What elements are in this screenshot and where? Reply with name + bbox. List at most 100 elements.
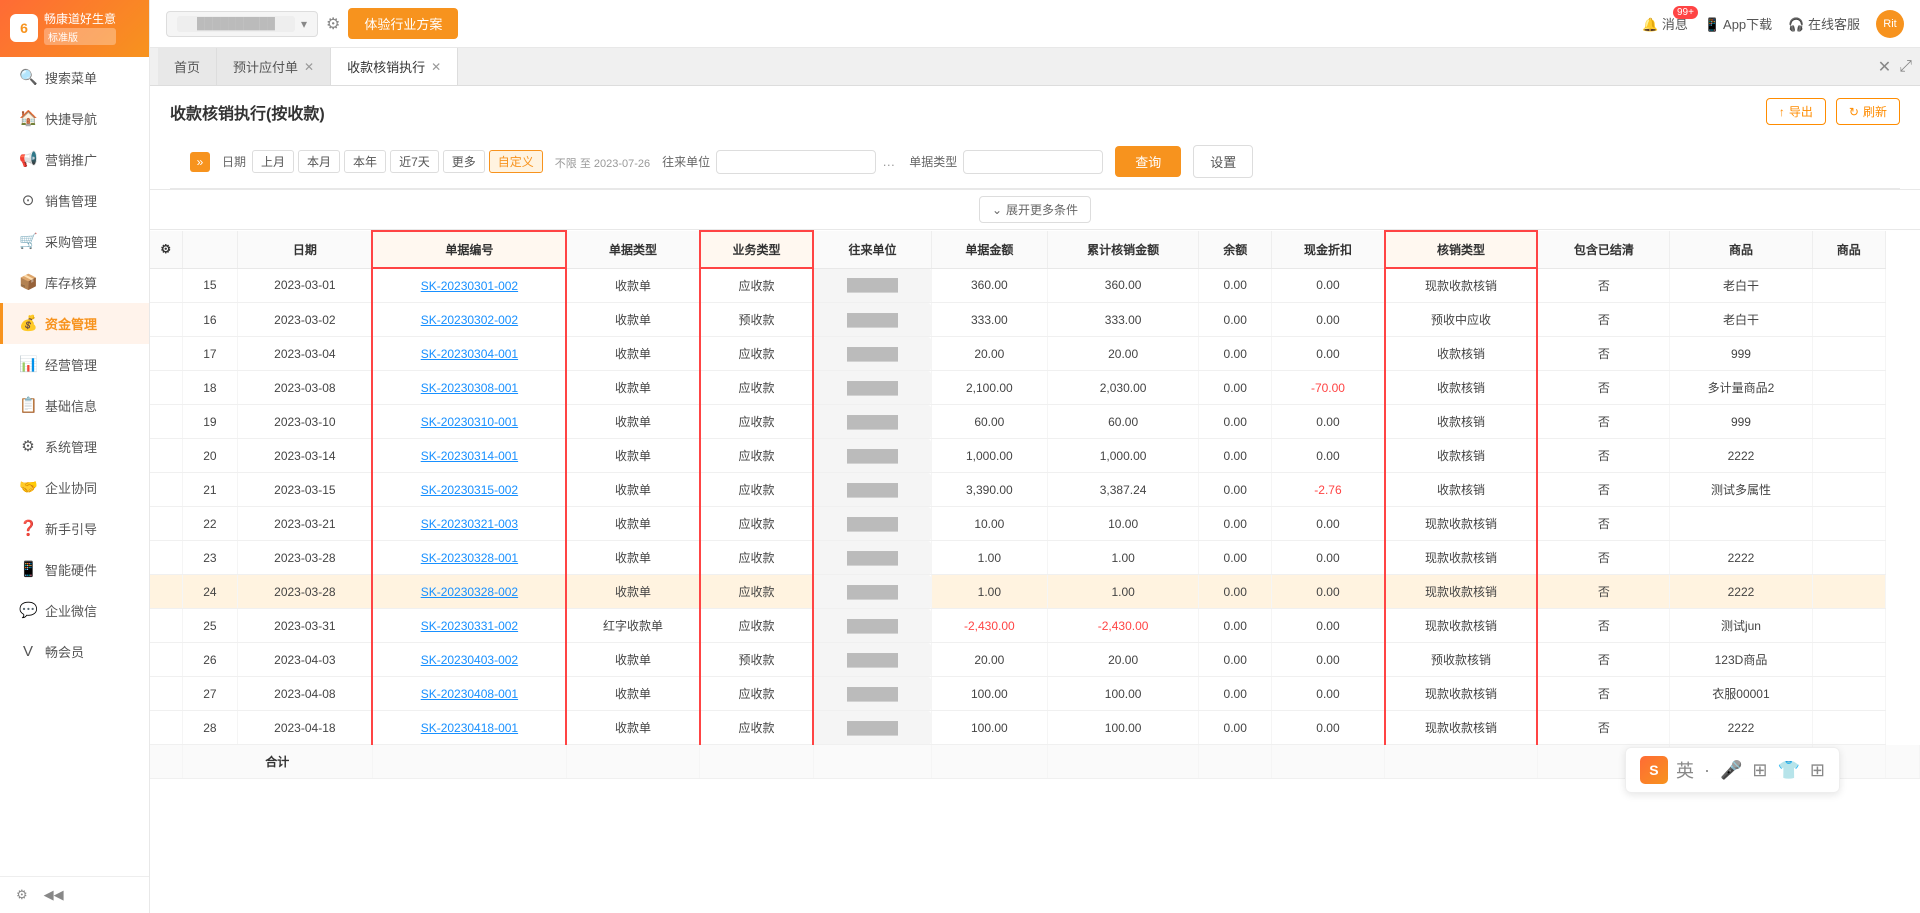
tab-collection[interactable]: 收款核销执行 ✕ xyxy=(331,48,458,85)
cell-balance: 0.00 xyxy=(1199,541,1272,575)
sidebar-item-label: 采购管理 xyxy=(45,232,97,251)
cell-product: 2222 xyxy=(1670,575,1812,609)
page-title: 收款核销执行(按收款) xyxy=(170,100,325,124)
sidebar-item-enterprise[interactable]: 🤝 企业协同 xyxy=(0,467,149,508)
query-button[interactable]: 查询 xyxy=(1115,146,1181,177)
refresh-button[interactable]: ↻ 刷新 xyxy=(1836,98,1900,125)
sidebar-item-sales[interactable]: ⊙ 销售管理 xyxy=(0,180,149,221)
total-cell xyxy=(931,745,1047,779)
tab-preapply[interactable]: 预计应付单 ✕ xyxy=(217,48,331,85)
sidebar-item-search[interactable]: 🔍 搜索菜单 xyxy=(0,57,149,98)
date-this-month[interactable]: 本月 xyxy=(298,150,340,173)
filter-doctype-group: 单据类型 收款单 红字收款单 xyxy=(909,150,1103,174)
topbar-selector-text: ██████████ xyxy=(177,16,295,32)
expand-more-button[interactable]: ⌄ 展开更多条件 xyxy=(979,196,1091,223)
export-icon: ↑ xyxy=(1779,105,1785,119)
sidebar-item-basic[interactable]: 📋 基础信息 xyxy=(0,385,149,426)
cell-doc-type: 收款单 xyxy=(566,711,699,745)
sidebar-item-guide[interactable]: ❓ 新手引导 xyxy=(0,508,149,549)
sidebar-collapse-icon[interactable]: ◀◀ xyxy=(44,887,64,903)
page-title-row: 收款核销执行(按收款) ↑ 导出 ↻ 刷新 xyxy=(170,98,1900,125)
doctype-select[interactable]: 收款单 红字收款单 xyxy=(963,150,1103,174)
filter-expand-button[interactable]: » xyxy=(190,152,210,172)
home-icon: 🏠 xyxy=(19,109,37,127)
cell-total-writeoff: 333.00 xyxy=(1048,303,1199,337)
date-7days[interactable]: 近7天 xyxy=(390,150,439,173)
cell-doc-no[interactable]: SK-20230328-002 xyxy=(372,575,566,609)
cell-doc-no[interactable]: SK-20230314-001 xyxy=(372,439,566,473)
topbar-app-download[interactable]: 📱 App下载 xyxy=(1704,14,1772,33)
user-avatar[interactable]: Rit xyxy=(1876,10,1904,38)
cell-doc-no[interactable]: SK-20230304-001 xyxy=(372,337,566,371)
tab-close-all-button[interactable]: ✕ xyxy=(1878,57,1891,77)
cell-biz-type: 应收款 xyxy=(700,337,814,371)
cell-doc-no[interactable]: SK-20230308-001 xyxy=(372,371,566,405)
cell-doc-type: 收款单 xyxy=(566,405,699,439)
refresh-icon: ↻ xyxy=(1849,105,1859,119)
col-settings[interactable]: ⚙ xyxy=(150,231,182,268)
partner-dots[interactable]: … xyxy=(882,154,897,169)
headset-icon: 🎧 xyxy=(1788,17,1804,32)
basic-icon: 📋 xyxy=(19,396,37,414)
cell-date: 2023-04-08 xyxy=(238,677,373,711)
cell-doc-no[interactable]: SK-20230328-001 xyxy=(372,541,566,575)
sidebar-item-label: 智能硬件 xyxy=(45,560,97,579)
sidebar-item-operation[interactable]: 📊 经营管理 xyxy=(0,344,149,385)
cell-no: 19 xyxy=(182,405,238,439)
cell-doc-no[interactable]: SK-20230321-003 xyxy=(372,507,566,541)
cell-doc-no[interactable]: SK-20230315-002 xyxy=(372,473,566,507)
member-icon: V xyxy=(19,643,37,660)
sidebar-item-wechat[interactable]: 💬 企业微信 xyxy=(0,590,149,631)
partner-input[interactable] xyxy=(716,150,876,174)
date-last-month[interactable]: 上月 xyxy=(252,150,294,173)
cell-product: 999 xyxy=(1670,337,1812,371)
topbar-solution-button[interactable]: 体验行业方案 xyxy=(348,8,458,39)
cell-total-writeoff: 1,000.00 xyxy=(1048,439,1199,473)
cell-total-writeoff: -2,430.00 xyxy=(1048,609,1199,643)
cell-doc-no[interactable]: SK-20230301-002 xyxy=(372,268,566,303)
cell-doc-no[interactable]: SK-20230331-002 xyxy=(372,609,566,643)
export-button[interactable]: ↑ 导出 xyxy=(1766,98,1826,125)
topbar-selector[interactable]: ██████████ ▾ xyxy=(166,11,318,37)
tabbar-actions: ✕ ⤢ xyxy=(1878,48,1920,85)
cell-doc-no[interactable]: SK-20230418-001 xyxy=(372,711,566,745)
cell-amount: 20.00 xyxy=(931,337,1047,371)
cell-include-settled: 否 xyxy=(1537,405,1669,439)
cell-doc-no[interactable]: SK-20230310-001 xyxy=(372,405,566,439)
tab-collection-close[interactable]: ✕ xyxy=(431,60,441,74)
date-this-year[interactable]: 本年 xyxy=(344,150,386,173)
sidebar-item-quicknav[interactable]: 🏠 快捷导航 xyxy=(0,98,149,139)
sidebar-settings-icon[interactable]: ⚙ xyxy=(16,887,28,903)
cell-doc-no[interactable]: SK-20230403-002 xyxy=(372,643,566,677)
cell-include-settled: 否 xyxy=(1537,643,1669,677)
date-more[interactable]: 更多 xyxy=(443,150,485,173)
topbar-messages[interactable]: 🔔 消息 99+ xyxy=(1642,14,1688,33)
sidebar-item-member[interactable]: V 畅会员 xyxy=(0,631,149,672)
page-header: 收款核销执行(按收款) ↑ 导出 ↻ 刷新 » 日期 xyxy=(150,86,1920,190)
date-custom[interactable]: 自定义 xyxy=(489,150,543,173)
sidebar-item-finance[interactable]: 💰 资金管理 xyxy=(0,303,149,344)
watermark-mic-icon: 🎤 xyxy=(1720,760,1742,781)
cell-no: 27 xyxy=(182,677,238,711)
sidebar-item-system[interactable]: ⚙ 系统管理 xyxy=(0,426,149,467)
expand-more-label: 展开更多条件 xyxy=(1006,201,1078,218)
tab-home[interactable]: 首页 xyxy=(158,48,217,85)
tab-expand-button[interactable]: ⤢ xyxy=(1899,58,1912,76)
sidebar-item-purchase[interactable]: 🛒 采购管理 xyxy=(0,221,149,262)
cell-product2 xyxy=(1812,268,1885,303)
tab-preapply-close[interactable]: ✕ xyxy=(304,60,314,74)
topbar-service[interactable]: 🎧 在线客服 xyxy=(1788,14,1860,33)
settings-button[interactable]: 设置 xyxy=(1193,145,1253,178)
main-table: ⚙ 日期 单据编号 单据类型 业务类型 往来单位 单据金额 累计核销金额 余额 … xyxy=(150,230,1920,779)
sidebar-item-inventory[interactable]: 📦 库存核算 xyxy=(0,262,149,303)
watermark-text-icon: 英 xyxy=(1676,757,1694,783)
sidebar-item-hardware[interactable]: 📱 智能硬件 xyxy=(0,549,149,590)
cell-amount: -2,430.00 xyxy=(931,609,1047,643)
cell-doc-no[interactable]: SK-20230408-001 xyxy=(372,677,566,711)
topbar-gear-icon[interactable]: ⚙ xyxy=(326,14,340,34)
cell-doc-no[interactable]: SK-20230302-002 xyxy=(372,303,566,337)
table-row: 192023-03-10SK-20230310-001收款单应收款██████6… xyxy=(150,405,1920,439)
sidebar-item-marketing[interactable]: 📢 营销推广 xyxy=(0,139,149,180)
cell-total-writeoff: 100.00 xyxy=(1048,677,1199,711)
cell-biz-type: 应收款 xyxy=(700,507,814,541)
